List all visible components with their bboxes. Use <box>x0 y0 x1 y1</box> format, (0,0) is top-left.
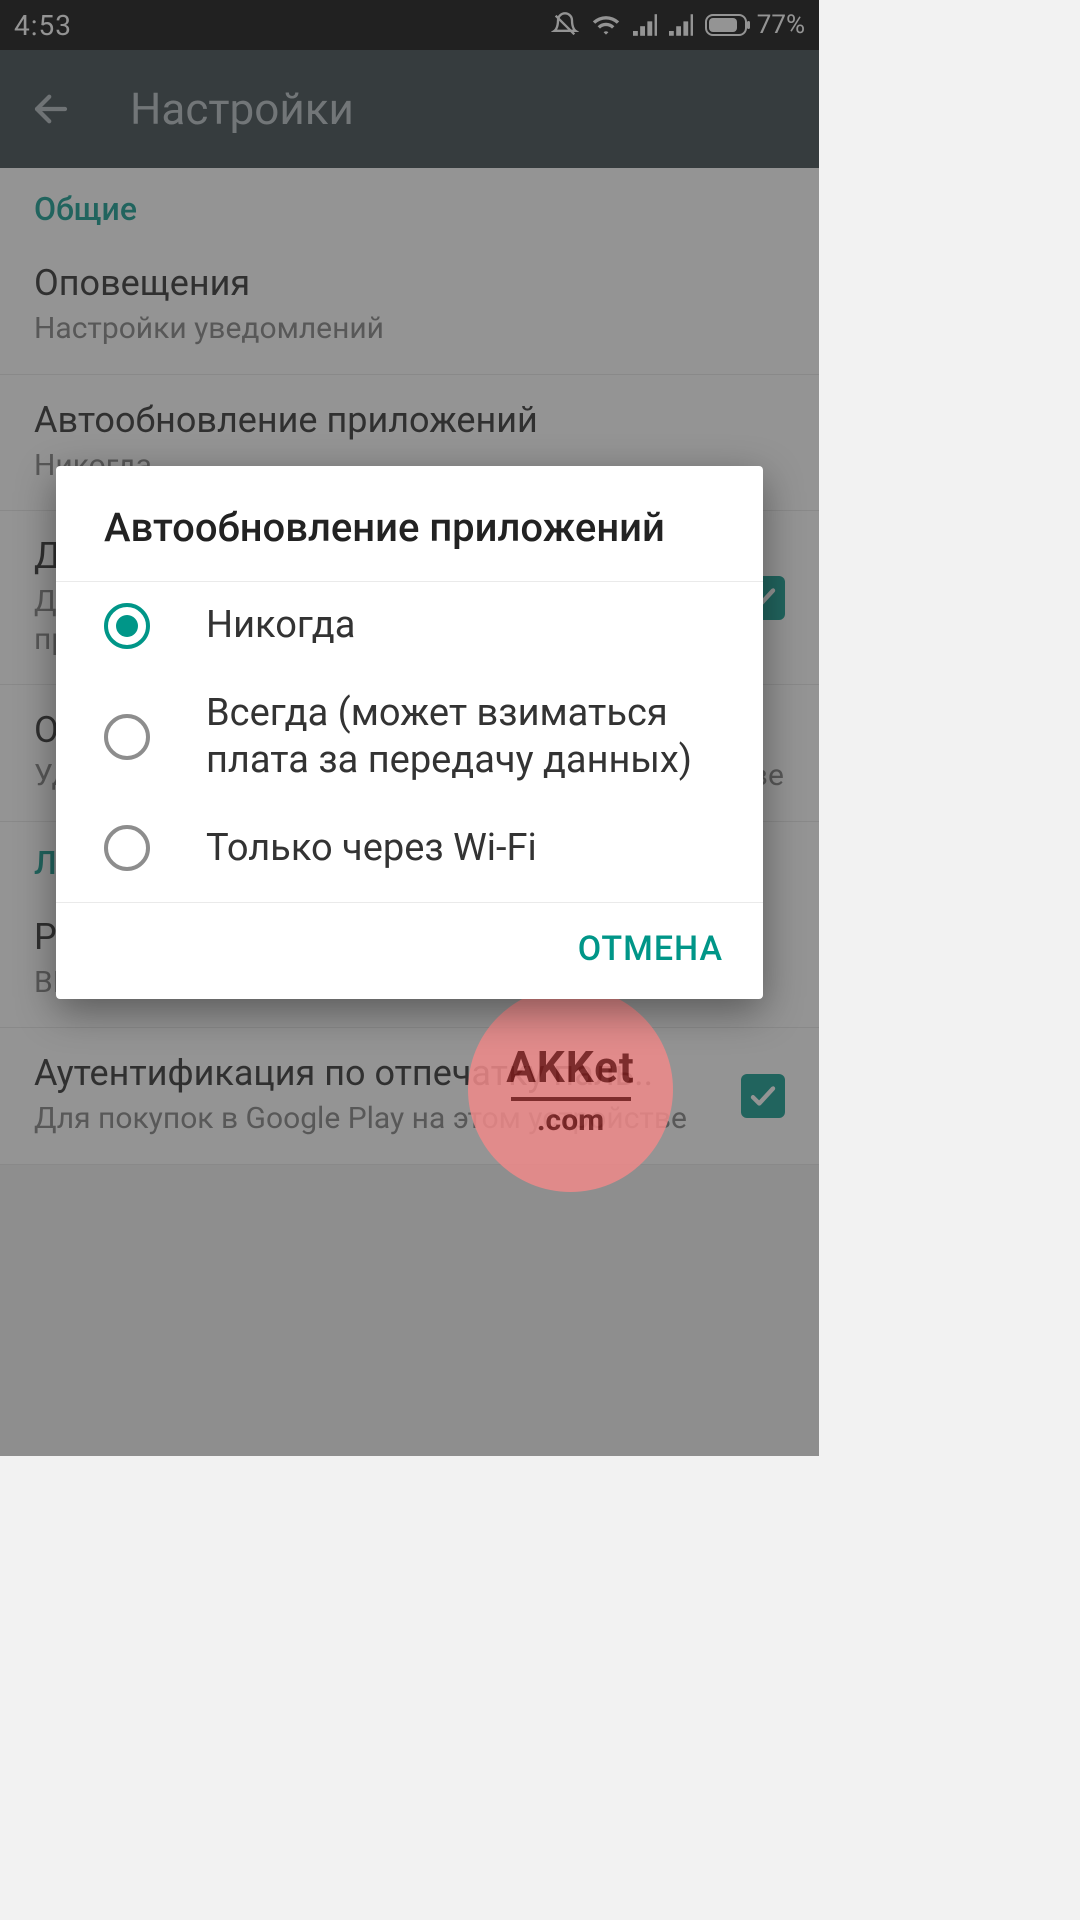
watermark-line1: AKKet <box>506 1041 635 1093</box>
watermark-divider <box>511 1097 631 1101</box>
cancel-button[interactable]: ОТМЕНА <box>578 929 723 969</box>
watermark-badge: AKKet .com <box>468 987 673 1192</box>
autoupdate-dialog: Автообновление приложений Никогда Всегда… <box>56 466 763 999</box>
radio-unselected-icon <box>104 714 150 760</box>
option-wifi[interactable]: Только через Wi-Fi <box>56 805 763 893</box>
option-label: Никогда <box>206 602 715 650</box>
option-always[interactable]: Всегда (может взиматься плата за передач… <box>56 670 763 805</box>
option-label: Всегда (может взиматься плата за передач… <box>206 690 715 785</box>
watermark-line2: .com <box>537 1103 604 1138</box>
option-label: Только через Wi-Fi <box>206 825 715 873</box>
radio-selected-icon <box>104 603 150 649</box>
option-never[interactable]: Никогда <box>56 582 763 670</box>
dialog-title: Автообновление приложений <box>56 466 763 582</box>
dialog-actions: ОТМЕНА <box>56 903 763 999</box>
radio-unselected-icon <box>104 825 150 871</box>
